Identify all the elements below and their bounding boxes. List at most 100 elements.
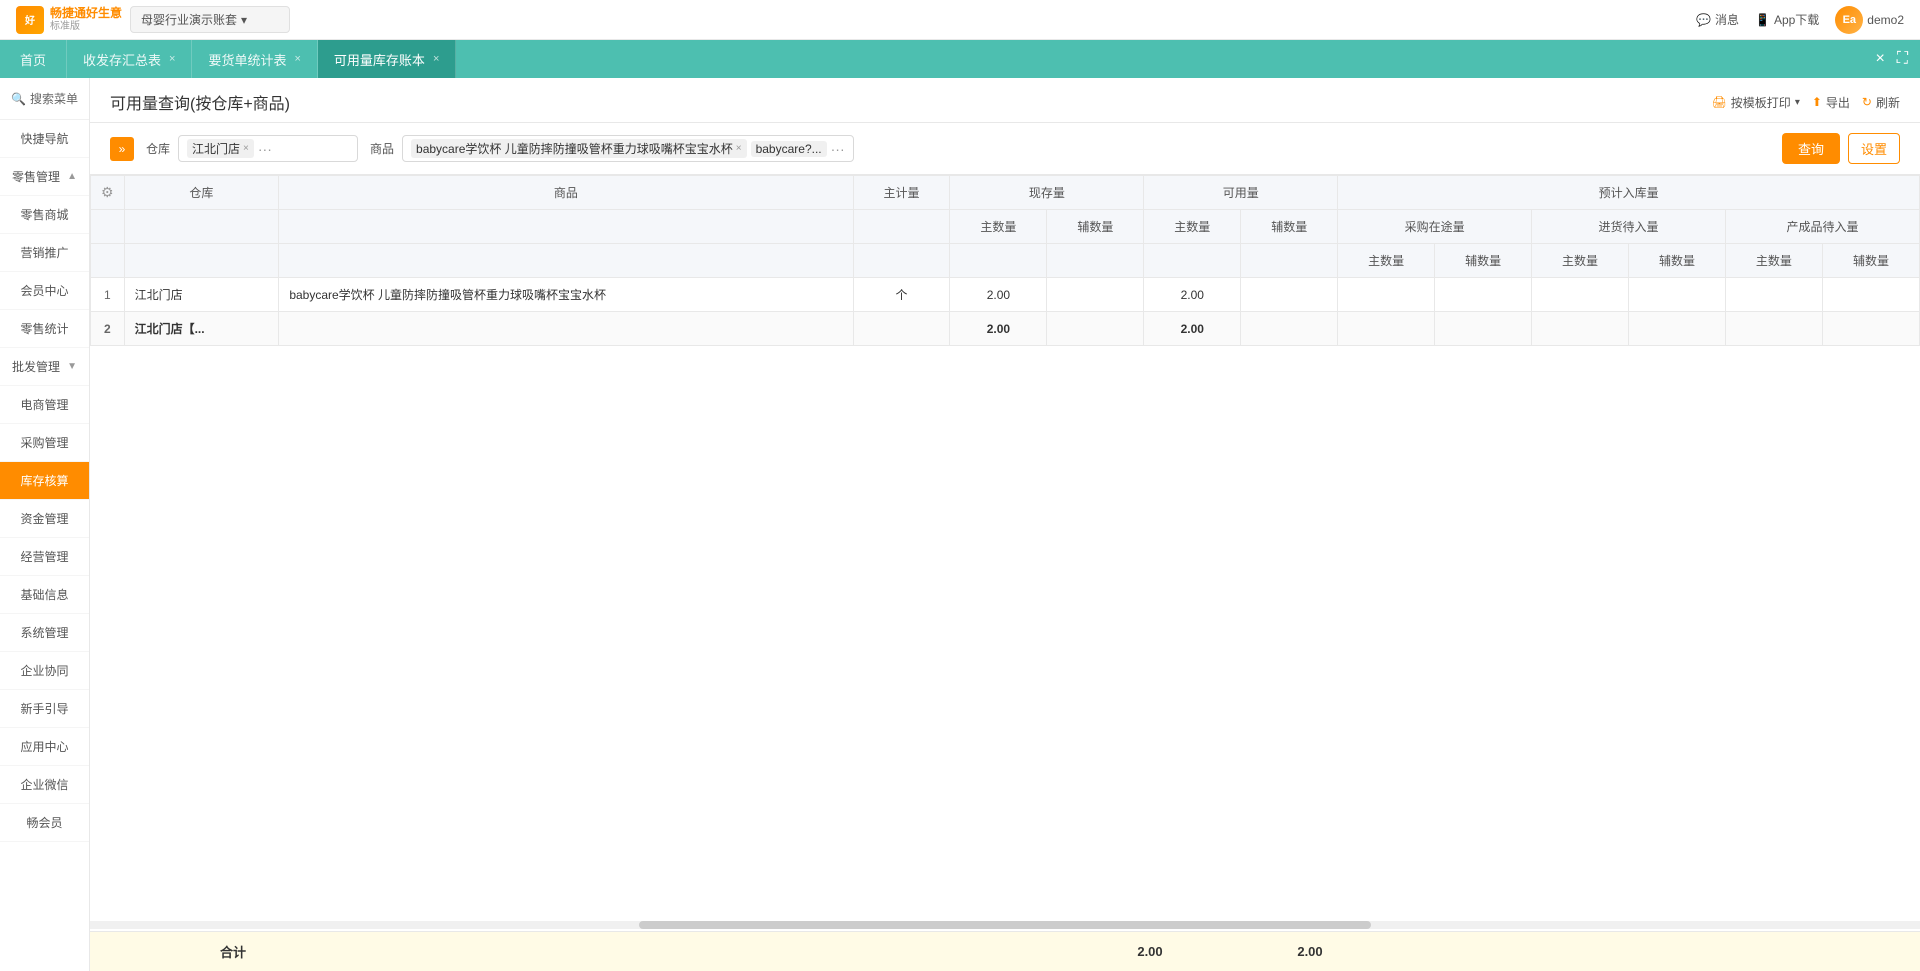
- table-row: 1 江北门店 babycare学饮杯 儿童防摔防撞吸管杯重力球吸嘴杯宝宝水杯 个…: [91, 278, 1920, 312]
- user-profile[interactable]: Ea demo2: [1835, 6, 1904, 34]
- sidebar-item-vip[interactable]: 畅会员: [0, 804, 89, 842]
- col-available: 可用量: [1144, 176, 1338, 210]
- sidebar-item-enterprise-wechat[interactable]: 企业微信: [0, 766, 89, 804]
- product-filter-group: 商品 babycare学饮杯 儿童防摔防撞吸管杯重力球吸嘴杯宝宝水杯 × bab…: [370, 135, 854, 162]
- purchase-main-qty-cell-2: [1338, 312, 1435, 346]
- sidebar-item-retail-stats[interactable]: 零售统计: [0, 310, 89, 348]
- production-main-qty-cell: [1725, 278, 1822, 312]
- table-row-group: 2 江北门店【... 2.00 2.00: [91, 312, 1920, 346]
- sidebar-item-retail-mgmt[interactable]: 零售管理 ▲: [0, 158, 89, 196]
- filter-expand-button[interactable]: »: [110, 137, 134, 161]
- print-button[interactable]: 🖨 按模板打印 ▾: [1712, 94, 1800, 111]
- warehouse-filter-more[interactable]: ···: [258, 141, 272, 157]
- col-current-aux-qty: 辅数量: [1047, 210, 1144, 244]
- available-main-qty-cell-2: 2.00: [1144, 312, 1241, 346]
- tab-close-all-button[interactable]: ×: [1871, 46, 1888, 72]
- chevron-down-icon: ▾: [241, 13, 247, 27]
- page-actions: 🖨 按模板打印 ▾ ⬆ 导出 ↻ 刷新: [1712, 94, 1900, 111]
- print-icon: 🖨: [1712, 95, 1727, 109]
- import-aux-qty-cell-2: [1629, 312, 1726, 346]
- search-icon: 🔍: [11, 92, 26, 106]
- tab-order-stats[interactable]: 要货单统计表 ×: [192, 40, 317, 78]
- col-available-main-qty: 主数量: [1144, 210, 1241, 244]
- sidebar-item-new-guide[interactable]: 新手引导: [0, 690, 89, 728]
- tab-available-stock[interactable]: 可用量库存账本 ×: [318, 40, 456, 78]
- tab-receipt-summary[interactable]: 收发存汇总表 ×: [67, 40, 192, 78]
- query-button[interactable]: 查询: [1782, 133, 1840, 164]
- sidebar-search-area: 🔍 搜索菜单: [0, 78, 89, 120]
- sidebar-item-quick-nav[interactable]: 快捷导航: [0, 120, 89, 158]
- product-cell-2: [279, 312, 853, 346]
- product-cell: babycare学饮杯 儿童防摔防撞吸管杯重力球吸嘴杯宝宝水杯: [279, 278, 853, 312]
- col-purchase-main-qty: 主数量: [1338, 244, 1435, 278]
- sidebar-item-enterprise[interactable]: 企业协同: [0, 652, 89, 690]
- content-area: 可用量查询(按仓库+商品) 🖨 按模板打印 ▾ ⬆ 导出 ↻ 刷新: [90, 78, 1920, 971]
- import-main-qty-cell: [1532, 278, 1629, 312]
- search-menu-button[interactable]: 🔍 搜索菜单: [8, 86, 81, 111]
- app-download-button[interactable]: 📱 App下载: [1755, 11, 1819, 28]
- sidebar-item-inventory[interactable]: 库存核算: [0, 462, 89, 500]
- page-title: 可用量查询(按仓库+商品): [110, 90, 290, 114]
- warehouse-cell-2: 江北门店【...: [124, 312, 279, 346]
- filter-area: » 仓库 江北门店 × ··· 商品 babycare学饮杯 儿童防摔防撞吸管杯…: [90, 123, 1920, 175]
- sidebar-item-basic-info[interactable]: 基础信息: [0, 576, 89, 614]
- col-purchase-aux-qty: 辅数量: [1435, 244, 1532, 278]
- warehouse-tag-close[interactable]: ×: [243, 143, 249, 154]
- logo-icon: 好: [16, 6, 44, 34]
- col-production-aux-qty: 辅数量: [1822, 244, 1919, 278]
- chevron-down-icon: ▾: [1795, 97, 1800, 108]
- sidebar-item-app-center[interactable]: 应用中心: [0, 728, 89, 766]
- tab-close-receipt[interactable]: ×: [169, 53, 175, 65]
- tab-close-available[interactable]: ×: [433, 53, 439, 65]
- current-aux-qty-cell-2: [1047, 312, 1144, 346]
- col-production-main-qty: 主数量: [1725, 244, 1822, 278]
- product-filter-box[interactable]: babycare学饮杯 儿童防摔防撞吸管杯重力球吸嘴杯宝宝水杯 × babyca…: [402, 135, 854, 162]
- table-footer: 合计 2.00 2.00: [90, 931, 1920, 971]
- inventory-table: ⚙ 仓库 商品 主计量 现存量 可用量 预计入库量 主数量: [90, 175, 1920, 346]
- row-num: 1: [91, 278, 125, 312]
- app-icon: 📱: [1755, 13, 1770, 27]
- sidebar-item-wholesale[interactable]: 批发管理 ▼: [0, 348, 89, 386]
- tab-fullscreen-button[interactable]: ⛶: [1893, 46, 1912, 72]
- sidebar-item-retail-mall[interactable]: 零售商城: [0, 196, 89, 234]
- sidebar-item-ecommerce[interactable]: 电商管理: [0, 386, 89, 424]
- footer-current-main-qty: 2.00: [1110, 944, 1190, 959]
- warehouse-filter-group: 仓库 江北门店 × ···: [146, 135, 358, 162]
- warehouse-filter-box[interactable]: 江北门店 × ···: [178, 135, 358, 162]
- main-layout: 🔍 搜索菜单 快捷导航 零售管理 ▲ 零售商城 营销推广 会员中心 零售统计 批…: [0, 78, 1920, 971]
- current-aux-qty-cell: [1047, 278, 1144, 312]
- logo-area: 好 畅捷通好生意 标准版: [16, 6, 122, 34]
- sidebar-item-procurement[interactable]: 采购管理: [0, 424, 89, 462]
- settings-icon[interactable]: ⚙: [101, 184, 114, 200]
- product-filter-more[interactable]: ···: [831, 141, 845, 157]
- industry-select[interactable]: 母婴行业演示账套 ▾: [130, 6, 290, 33]
- sidebar-item-finance[interactable]: 资金管理: [0, 500, 89, 538]
- production-aux-qty-cell-2: [1822, 312, 1919, 346]
- sidebar-item-sys-mgmt[interactable]: 系统管理: [0, 614, 89, 652]
- col-available-aux-qty: 辅数量: [1241, 210, 1338, 244]
- sidebar-item-member[interactable]: 会员中心: [0, 272, 89, 310]
- tab-close-order[interactable]: ×: [294, 53, 300, 65]
- export-icon: ⬆: [1812, 95, 1822, 109]
- avatar: Ea: [1835, 6, 1863, 34]
- message-button[interactable]: 💬 消息: [1696, 11, 1739, 28]
- message-icon: 💬: [1696, 13, 1711, 27]
- import-main-qty-cell-2: [1532, 312, 1629, 346]
- chevron-up-icon: ▲: [67, 171, 77, 182]
- available-aux-qty-cell-2: [1241, 312, 1338, 346]
- tab-home[interactable]: 首页: [0, 40, 67, 78]
- col-warehouse: 仓库: [124, 176, 279, 210]
- export-button[interactable]: ⬆ 导出: [1812, 94, 1850, 111]
- horizontal-scrollbar[interactable]: [90, 921, 1920, 929]
- purchase-main-qty-cell: [1338, 278, 1435, 312]
- col-production-pending: 产成品待入量: [1725, 210, 1919, 244]
- sidebar-item-marketing[interactable]: 营销推广: [0, 234, 89, 272]
- production-aux-qty-cell: [1822, 278, 1919, 312]
- refresh-icon: ↻: [1862, 95, 1872, 109]
- tab-bar-controls: × ⛶: [1871, 40, 1920, 78]
- sidebar-item-ops[interactable]: 经营管理: [0, 538, 89, 576]
- scrollbar-thumb[interactable]: [639, 921, 1371, 929]
- product-tag-1-close[interactable]: ×: [736, 143, 742, 154]
- settings-button[interactable]: 设置: [1848, 133, 1900, 164]
- refresh-button[interactable]: ↻ 刷新: [1862, 94, 1900, 111]
